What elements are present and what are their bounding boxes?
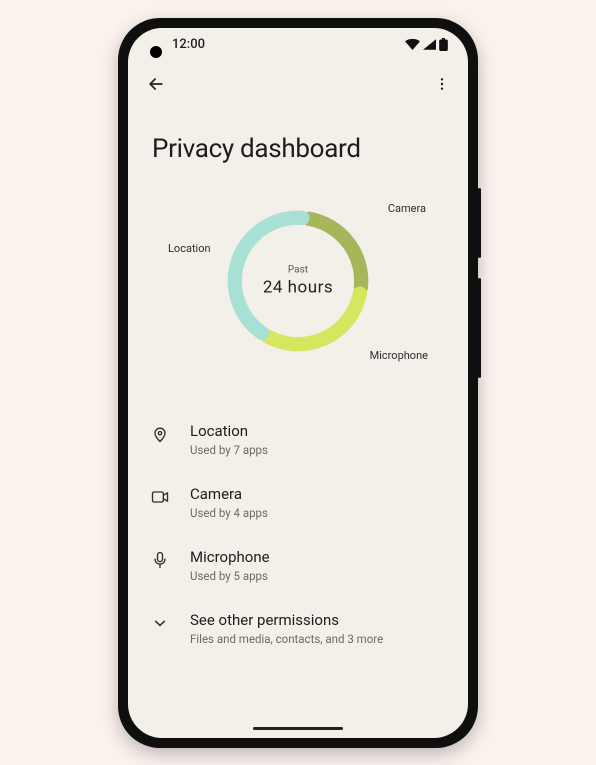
ring-label-camera: Camera — [388, 202, 426, 215]
perm-sub: Used by 4 apps — [190, 506, 446, 520]
phone-frame: 12:00 Privacy dashboard Past 24 hours Ca… — [118, 18, 478, 748]
back-button[interactable] — [146, 74, 166, 94]
cell-signal-icon — [423, 39, 436, 50]
perm-title: Camera — [190, 485, 446, 503]
list-item-see-other[interactable]: See other permissions Files and media, c… — [150, 597, 446, 660]
perm-title: Microphone — [190, 548, 446, 566]
status-time: 12:00 — [172, 37, 205, 52]
location-pin-icon — [150, 424, 170, 444]
usage-ring: Past 24 hours Camera Location Microphone — [128, 176, 468, 386]
ring-main: 24 hours — [263, 277, 333, 297]
front-camera-cutout — [150, 46, 162, 58]
status-bar: 12:00 — [128, 28, 468, 62]
list-item-location[interactable]: Location Used by 7 apps — [150, 408, 446, 471]
side-button — [478, 188, 481, 258]
ring-sub: Past — [263, 264, 333, 275]
chevron-down-icon — [150, 613, 170, 633]
wifi-icon — [405, 39, 420, 50]
perm-title: Location — [190, 422, 446, 440]
list-item-camera[interactable]: Camera Used by 4 apps — [150, 471, 446, 534]
more-button[interactable] — [434, 76, 450, 92]
perm-sub: Used by 5 apps — [190, 569, 446, 583]
battery-icon — [439, 38, 448, 51]
ring-center: Past 24 hours — [263, 264, 333, 297]
page-title: Privacy dashboard — [128, 106, 468, 176]
ring-label-microphone: Microphone — [370, 349, 428, 362]
perm-sub: Used by 7 apps — [190, 443, 446, 457]
list-item-microphone[interactable]: Microphone Used by 5 apps — [150, 534, 446, 597]
microphone-icon — [150, 550, 170, 570]
app-bar — [128, 62, 468, 106]
camera-icon — [150, 487, 170, 507]
status-indicators — [405, 38, 448, 51]
gesture-nav-bar[interactable] — [253, 727, 343, 730]
perm-title: See other permissions — [190, 611, 446, 629]
ring-label-location: Location — [168, 242, 211, 255]
arrow-back-icon — [146, 74, 166, 94]
permissions-list: Location Used by 7 apps Camera Used by 4… — [128, 396, 468, 660]
screen: 12:00 Privacy dashboard Past 24 hours Ca… — [128, 28, 468, 738]
more-vert-icon — [434, 76, 450, 92]
perm-sub: Files and media, contacts, and 3 more — [190, 632, 446, 646]
side-button — [478, 278, 481, 378]
